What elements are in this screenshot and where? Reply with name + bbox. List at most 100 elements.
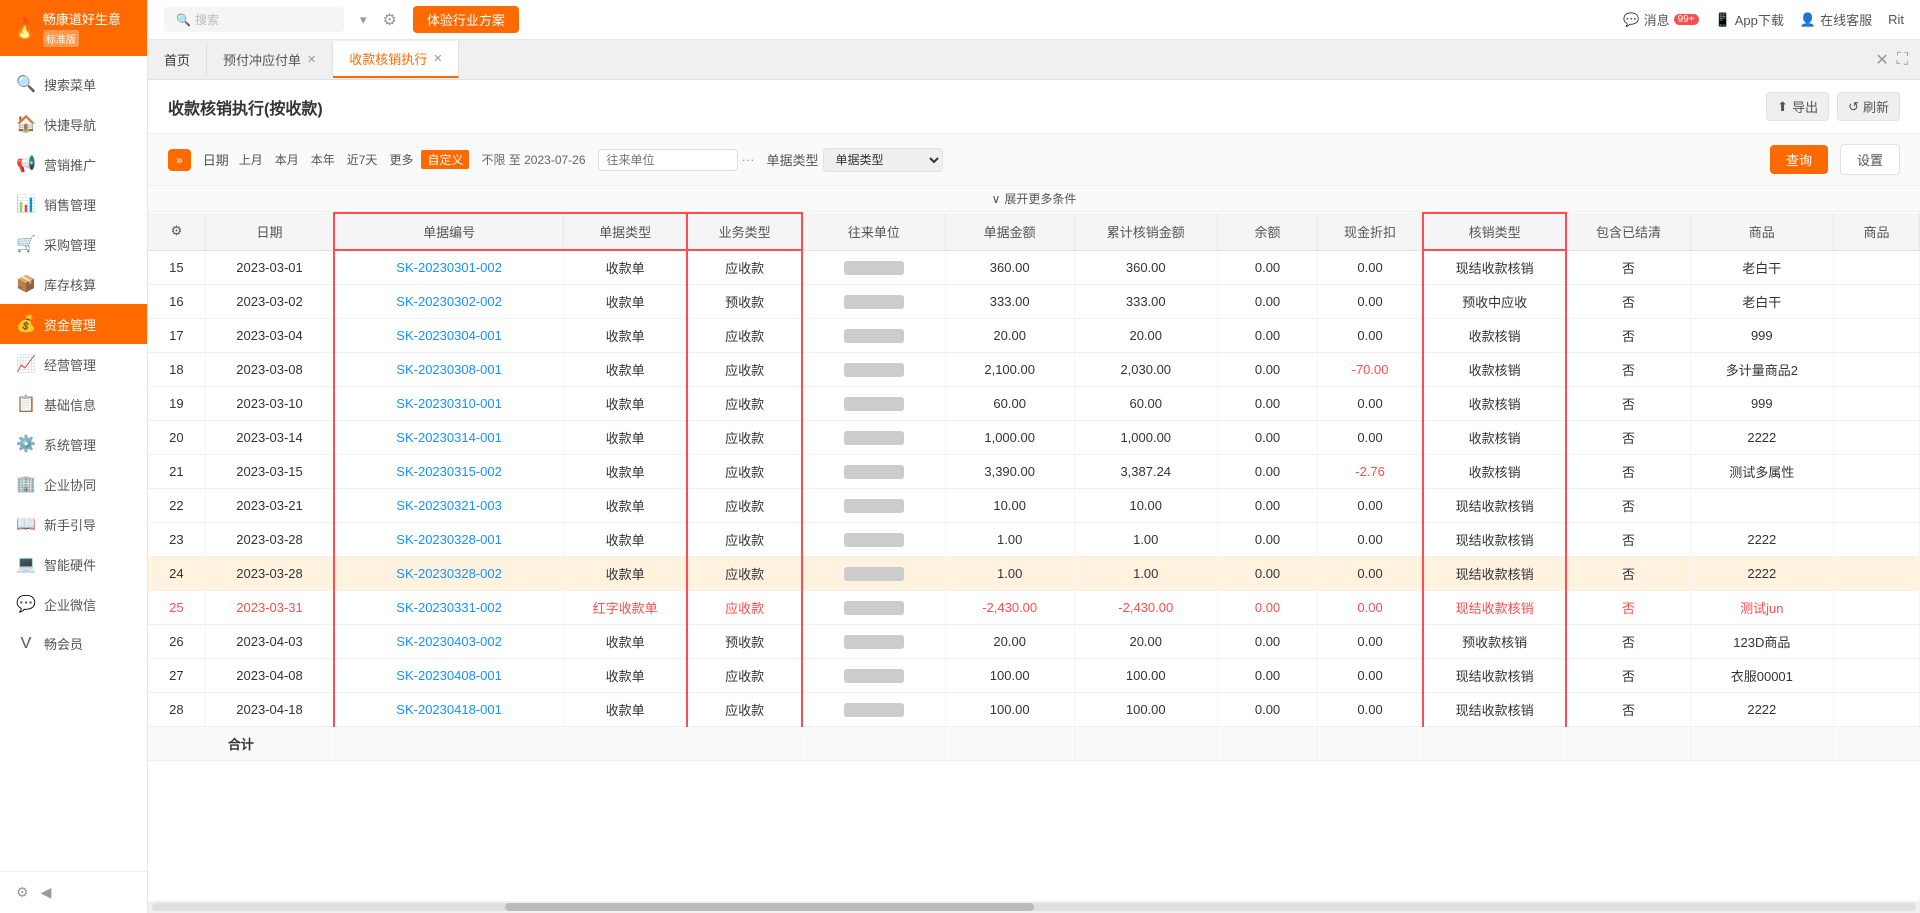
tab-home-label: 首页 [164,50,190,69]
topbar-user[interactable]: Rit [1888,12,1904,27]
tab-close-all-btn[interactable]: ✕ [1875,50,1888,70]
cell-order-no-link[interactable]: SK-20230321-003 [396,498,502,513]
tab-receivable-close[interactable]: ✕ [433,52,442,65]
sidebar-item-hardware[interactable]: 💻 智能硬件 [0,544,147,584]
cell-date: 2023-03-10 [205,387,334,421]
wechat-icon: 💬 [16,594,36,614]
cell-order-no-link[interactable]: SK-20230418-001 [396,702,502,717]
industry-solution-button[interactable]: 体验行业方案 [413,6,519,33]
cell-order-no-link[interactable]: SK-20230331-002 [396,600,502,615]
sidebar-label-sales: 销售管理 [44,195,96,214]
query-button[interactable]: 查询 [1770,145,1828,174]
sidebar-item-guide[interactable]: 📖 新手引导 [0,504,147,544]
sidebar-item-member[interactable]: V 畅会员 [0,624,147,663]
cell-order-no-link[interactable]: SK-20230310-001 [396,396,502,411]
topbar-dropdown-icon[interactable]: ▾ [360,12,367,28]
tab-home[interactable]: 首页 [148,42,207,77]
horizontal-scrollbar[interactable] [148,901,1920,913]
app-icon: 📱 [1715,12,1731,28]
topbar-search[interactable]: 🔍 搜索 [164,7,344,32]
data-table-container[interactable]: ⚙ 日期 单据编号 单据类型 业务类型 往来单位 单据金额 累计核销金额 余额 … [148,212,1920,901]
cell-date: 2023-03-14 [205,421,334,455]
tab-payable-close[interactable]: ✕ [307,53,316,66]
cell-partner [802,557,945,591]
filter-date-more[interactable]: 更多 [385,149,417,170]
filter-date-this-year[interactable]: 本年 [307,149,339,170]
table-row: 242023-03-28SK-20230328-002收款单应收款1.001.0… [148,557,1920,591]
sidebar-item-wechat[interactable]: 💬 企业微信 [0,584,147,624]
sidebar-item-inventory[interactable]: 📦 库存核算 [0,264,147,304]
sidebar-collapse-btn[interactable]: ◀ [41,884,52,901]
sidebar-item-quicknav[interactable]: 🏠 快捷导航 [0,104,147,144]
cell-cumulative: 1,000.00 [1074,421,1217,455]
sidebar-item-operations[interactable]: 📈 经营管理 [0,344,147,384]
sidebar-item-marketing[interactable]: 📢 营销推广 [0,144,147,184]
sidebar-item-purchase[interactable]: 🛒 采购管理 [0,224,147,264]
sidebar-item-corp[interactable]: 🏢 企业协同 [0,464,147,504]
cell-order-no-link[interactable]: SK-20230302-002 [396,294,502,309]
topbar-settings-icon[interactable]: ⚙ [383,10,397,30]
th-settings[interactable]: ⚙ [148,213,205,250]
topbar-app-download[interactable]: 📱 App下载 [1715,10,1784,29]
purchase-icon: 🛒 [16,234,36,254]
cell-index: 16 [148,285,205,319]
refresh-icon: ↺ [1848,99,1859,115]
cell-order-no-link[interactable]: SK-20230308-001 [396,362,502,377]
cell-discount: 0.00 [1318,557,1423,591]
sidebar-item-basic[interactable]: 📋 基础信息 [0,384,147,424]
filter-date-this-month[interactable]: 本月 [271,149,303,170]
expand-conditions-button[interactable]: ∨ 展开更多条件 [992,190,1077,207]
cell-include-settled: 否 [1566,523,1690,557]
filter-partner-dots[interactable]: ··· [742,152,755,167]
settings-button[interactable]: 设置 [1840,144,1900,175]
cell-amount: 1.00 [945,523,1074,557]
tab-payable[interactable]: 预付冲应付单 ✕ [207,42,333,77]
filter-date-7days[interactable]: 近7天 [343,149,382,170]
tab-maximize-btn[interactable]: ⛶ [1897,51,1908,69]
cell-amount: 1.00 [945,557,1074,591]
cell-order-no-link[interactable]: SK-20230403-002 [396,634,502,649]
filter-order-type-select[interactable]: 单据类型 [823,148,943,172]
cell-biz-type: 应收款 [687,421,802,455]
settings-column-icon[interactable]: ⚙ [171,223,183,238]
tab-receivable[interactable]: 收款核销执行 ✕ [333,41,459,78]
table-row: 262023-04-03SK-20230403-002收款单预收款20.0020… [148,625,1920,659]
topbar-online-service[interactable]: 👤 在线客服 [1800,10,1872,29]
sidebar-label-hardware: 智能硬件 [44,555,96,574]
sidebar-label-finance: 资金管理 [44,315,96,334]
sidebar-item-system[interactable]: ⚙️ 系统管理 [0,424,147,464]
filter-date-custom-btn[interactable]: 自定义 [421,150,469,169]
cell-cumulative: 333.00 [1074,285,1217,319]
sidebar-label-search: 搜索菜单 [44,75,96,94]
cell-order-no-link[interactable]: SK-20230304-001 [396,328,502,343]
th-biz-type: 业务类型 [687,213,802,250]
cell-order-no-link[interactable]: SK-20230315-002 [396,464,502,479]
cell-include-settled: 否 [1566,659,1690,693]
cell-order-no: SK-20230328-002 [334,557,563,591]
cell-offset-type: 收款核销 [1423,319,1566,353]
sidebar-item-search[interactable]: 🔍 搜索菜单 [0,64,147,104]
tabbar: 首页 预付冲应付单 ✕ 收款核销执行 ✕ ✕ ⛶ [148,40,1920,80]
cell-order-no-link[interactable]: SK-20230301-002 [396,260,502,275]
cell-order-type: 收款单 [563,455,687,489]
cell-product: 老白干 [1690,250,1833,285]
topbar-message[interactable]: 💬 消息 99+ [1623,10,1698,29]
sidebar-item-finance[interactable]: 💰 资金管理 [0,304,147,344]
scrollbar-thumb[interactable] [505,903,1034,911]
cell-discount: -70.00 [1318,353,1423,387]
filter-partner-input[interactable] [598,149,738,171]
cell-amount: 100.00 [945,693,1074,727]
cell-order-no-link[interactable]: SK-20230328-002 [396,566,502,581]
cell-order-no-link[interactable]: SK-20230408-001 [396,668,502,683]
cell-order-no-link[interactable]: SK-20230328-001 [396,532,502,547]
basic-icon: 📋 [16,394,36,414]
cell-partner [802,353,945,387]
scrollbar-track[interactable] [152,903,1916,911]
sidebar-settings-btn[interactable]: ⚙ [16,884,29,901]
cell-order-no-link[interactable]: SK-20230314-001 [396,430,502,445]
filter-expand-button[interactable]: » [168,149,191,171]
refresh-button[interactable]: ↺ 刷新 [1837,92,1900,121]
sidebar-item-sales[interactable]: 📊 销售管理 [0,184,147,224]
export-button[interactable]: ⬆ 导出 [1766,92,1829,121]
filter-date-last-month[interactable]: 上月 [235,149,267,170]
